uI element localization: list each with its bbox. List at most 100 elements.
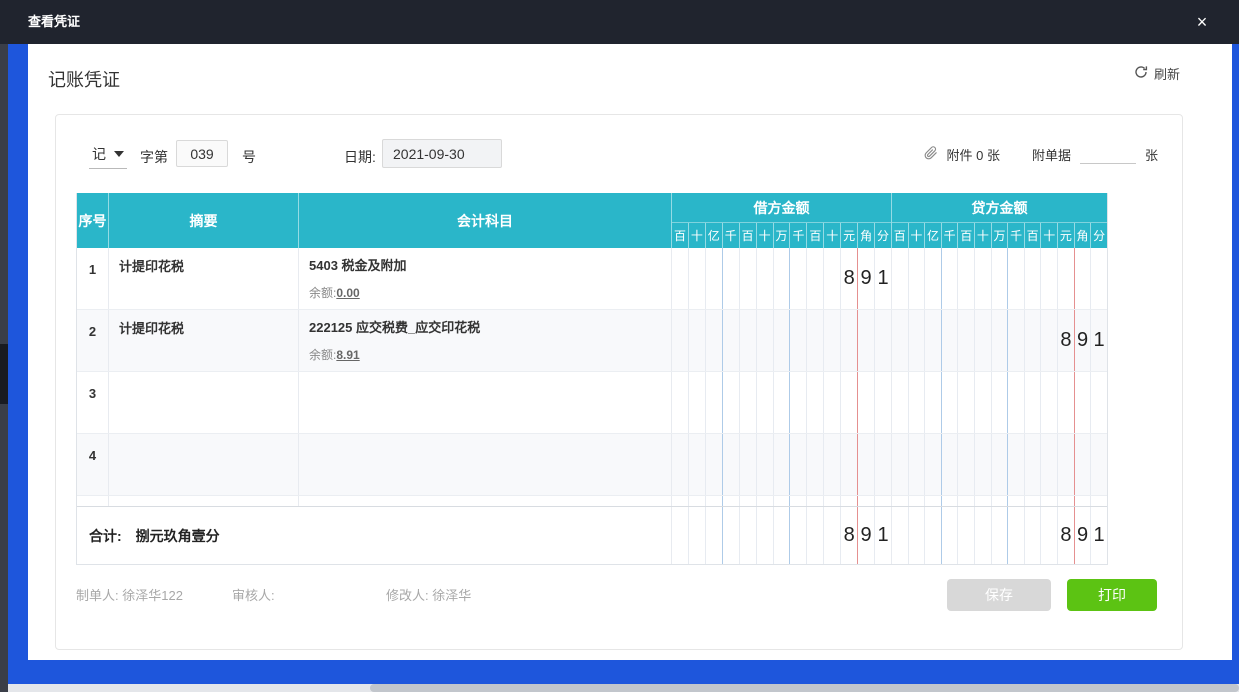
amount-digit-cell [925,434,942,495]
amount-digit-cell [925,310,942,371]
amount-column-label: 百 [958,223,976,248]
amount-column-label: 十 [975,223,992,248]
date-label: 日期: [344,149,376,165]
table-row: 4 [77,434,1107,496]
save-button[interactable]: 保存 [947,579,1051,611]
amount-digit-cell [672,310,689,371]
amount-digit-cell [740,310,757,371]
amount-digit-cell [958,310,976,371]
amount-digit-cell: 1 [877,524,889,546]
amount-digit-cell [942,310,959,371]
amount-digit-cell [942,496,959,506]
amount-column-label: 十 [824,223,842,248]
attachment-count-label[interactable]: 附件 0 张 [947,145,1000,164]
row-subject-cell: 5403 税金及附加 余额:0.00 [299,248,672,309]
amount-digit-cell [706,434,723,495]
row-number: 2 [77,310,109,371]
voucher-number-input[interactable] [176,140,228,167]
amount-digit-cell [723,310,740,371]
row-subject-cell [299,496,672,506]
amount-digit-cell [706,372,723,433]
amount-digit-cell [706,507,723,564]
receipt-unit-label: 张 [1144,147,1158,163]
amount-column-label: 万 [774,223,791,248]
credit-digit-grid [892,496,1107,506]
amount-digit-cell [757,372,774,433]
amount-column-label: 百 [1025,223,1042,248]
receipt-count-input[interactable] [1079,144,1136,164]
amount-column-label: 百 [892,223,909,248]
horizontal-scrollbar[interactable] [8,684,1239,692]
amount-column-label: 万 [992,223,1009,248]
amount-digit-cell [942,434,959,495]
amount-digit-cell [757,310,774,371]
amount-digit-cell [1091,372,1107,433]
row-summary: 计提印花税 [109,248,299,309]
number-suffix-label: 号 [242,149,256,165]
amount-column-label: 千 [723,223,740,248]
amount-digit-cell [1008,310,1025,371]
amount-digit-cell [706,496,723,506]
balance-value: 8.91 [336,348,360,362]
amount-digit-cell [757,434,774,495]
table-header: 序号 摘要 会计科目 借方金额 百十亿千百十万千百十元角分 贷方金额 百十亿千百… [77,193,1107,248]
scrollbar-thumb[interactable] [370,684,1239,692]
amount-digit-cell [858,434,876,495]
amount-digit-cell [672,496,689,506]
amount-column-label: 十 [1041,223,1059,248]
word-number-label: 字第 [140,149,168,165]
table-row: 1 计提印花税 5403 税金及附加 余额:0.00 891 [77,248,1107,310]
subject-balance: 余额:0.00 [309,286,360,300]
amount-digit-cell [672,507,689,564]
amount-digit-cell [774,372,791,433]
amount-digit-cell [740,507,757,564]
amount-digit-cell: 9 [1075,507,1092,564]
refresh-label: 刷新 [1153,67,1180,82]
amount-digit-cell [790,310,808,371]
subject-balance: 余额:8.91 [309,348,360,362]
amount-column-label: 十 [757,223,774,248]
amount-column-label: 角 [858,223,876,248]
amount-digit-cell [1041,496,1059,506]
total-debit-digit-grid: 891 [672,507,892,564]
amount-digit-cell [925,248,942,309]
debit-digit-grid [672,434,892,495]
table-row: 3 [77,372,1107,434]
date-input[interactable] [382,139,502,168]
amount-column-label: 元 [841,223,859,248]
amount-digit-cell [909,248,926,309]
voucher-word-dropdown[interactable]: 记 [89,142,127,169]
amount-digit-cell [975,507,992,564]
amount-digit-cell [992,434,1009,495]
amount-digit-cell [723,507,740,564]
amount-column-label: 亿 [925,223,942,248]
amount-digit-cell [689,434,706,495]
amount-digit-cell [958,372,976,433]
amount-digit-cell [723,248,740,309]
amount-digit-cell [942,372,959,433]
amount-column-label: 千 [1008,223,1025,248]
amount-digit-cell [958,496,976,506]
dialog-panel: 记账凭证 刷新 记 字第 号 日期: 附件 0 张 附单据 张 [28,44,1232,660]
close-icon[interactable]: × [1191,11,1213,33]
sidebar-strip-segment [0,344,8,404]
amount-digit-cell [958,248,976,309]
amount-digit-cell [740,496,757,506]
amount-column-label: 十 [909,223,926,248]
column-header-summary: 摘要 [109,193,299,248]
row-number: 3 [77,372,109,433]
refresh-button[interactable]: 刷新 [1134,64,1180,83]
amount-digit-cell [1058,248,1075,309]
amount-digit-cell [740,434,757,495]
print-button[interactable]: 打印 [1067,579,1157,611]
credit-digit-grid [892,372,1107,433]
amount-digit-cell [1025,372,1042,433]
amount-digit-cell [1008,248,1025,309]
amount-digit-cell [892,507,909,564]
amount-digit-cell [790,248,808,309]
total-label: 合计: [89,527,122,544]
chevron-down-icon [114,151,124,157]
credit-amount-label: 贷方金额 [892,193,1107,223]
debit-amount-label: 借方金额 [672,193,891,223]
refresh-icon [1134,65,1148,82]
